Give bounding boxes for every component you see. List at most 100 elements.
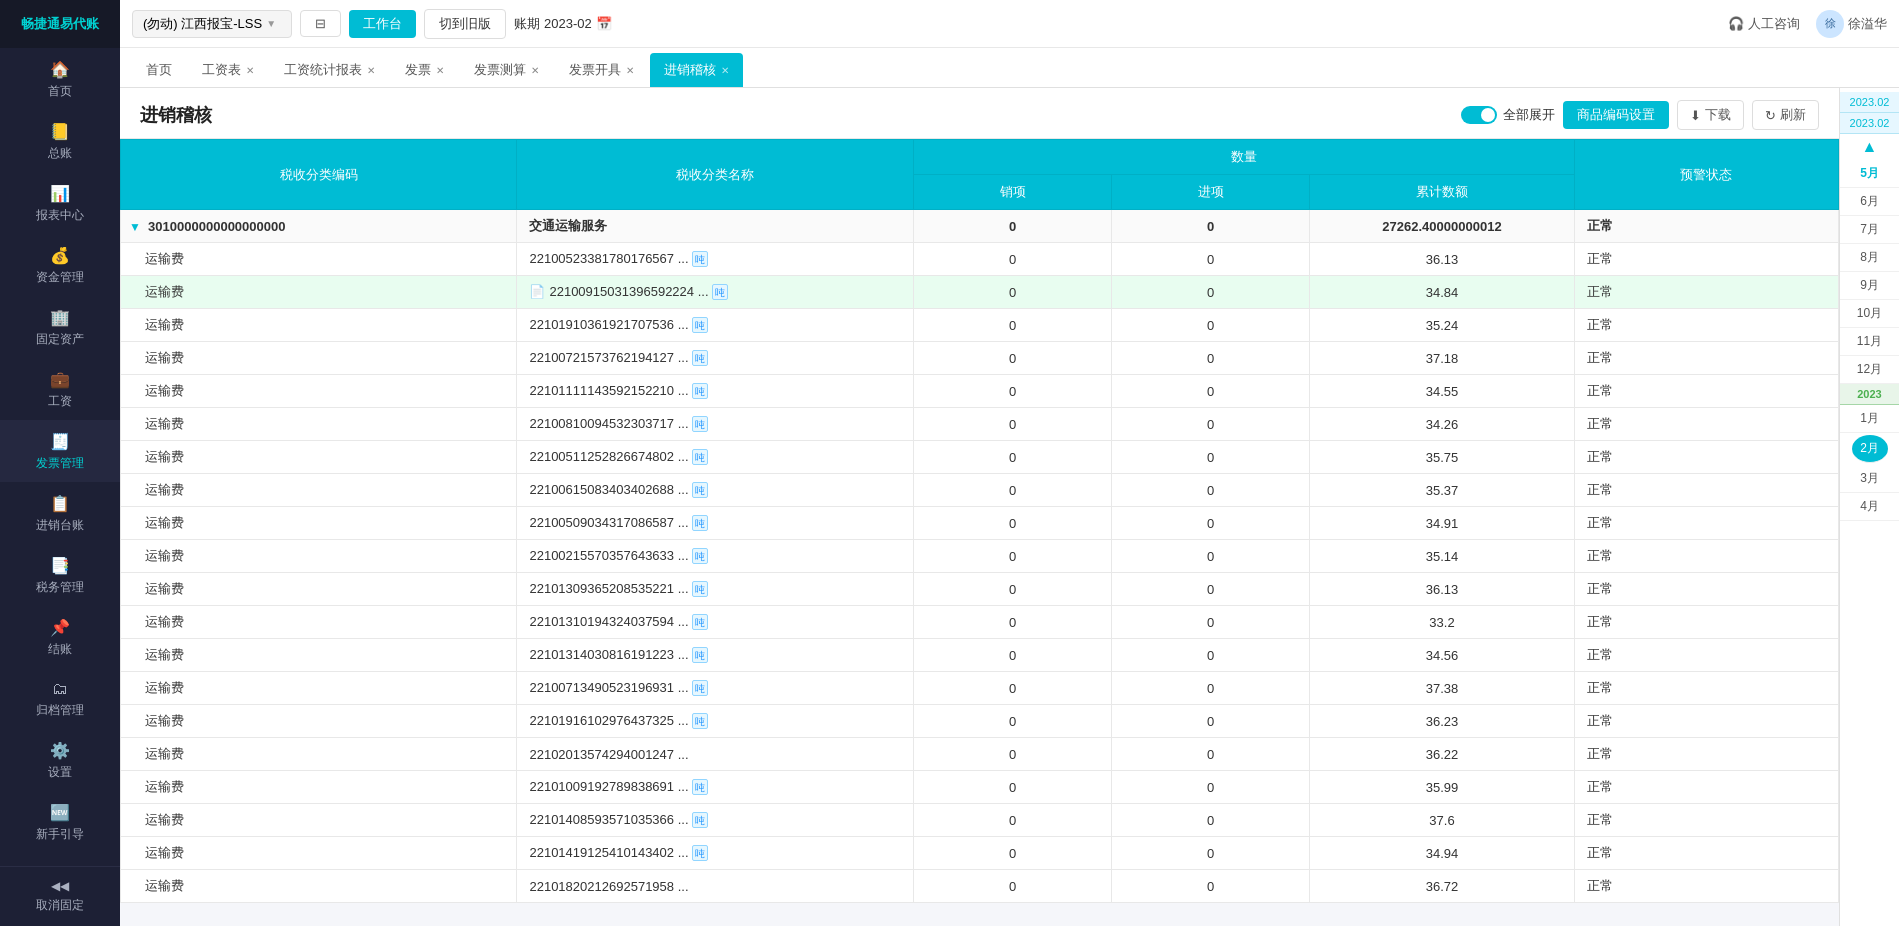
table-row[interactable]: 运输费 22101408593571035366 ... 吨 0 0 37.6 … [121,804,1839,837]
th-cumulative: 累计数额 [1310,175,1574,210]
tab-invoice-calc[interactable]: 发票测算 ✕ [460,53,553,87]
sidebar-item-guide[interactable]: 🆕 新手引导 [0,791,120,853]
table-row[interactable]: 运输费 22101419125410143402 ... 吨 0 0 34.94… [121,837,1839,870]
table-row[interactable]: 运输费 22101910361921707536 ... 吨 0 0 35.24… [121,309,1839,342]
tab-reconcile-close[interactable]: ✕ [721,65,729,76]
sidebar-item-capital[interactable]: 💰 资金管理 [0,234,120,296]
calendar-month-1[interactable]: 1月 [1840,405,1899,433]
table-row[interactable]: 运输费 22101309365208535221 ... 吨 0 0 36.13… [121,573,1839,606]
sidebar-item-tax[interactable]: 📑 税务管理 [0,544,120,606]
td-sales: 0 [913,870,1111,903]
th-purchase: 进项 [1112,175,1310,210]
period-selector[interactable]: 账期 2023-02 📅 [514,15,612,33]
sidebar-footer[interactable]: ◀◀ 取消固定 [0,866,120,926]
table-row[interactable]: 运输费 22101916102976437325 ... 吨 0 0 36.23… [121,705,1839,738]
td-purchase: 0 [1112,870,1310,903]
ledger-icon: 📒 [50,122,70,141]
table-row[interactable]: 运输费 22101009192789838691 ... 吨 0 0 35.99… [121,771,1839,804]
calendar-month-4[interactable]: 4月 [1840,493,1899,521]
calendar-month-5[interactable]: 5月 [1840,160,1899,188]
table-row[interactable]: 运输费 22101310194324037594 ... 吨 0 0 33.2 … [121,606,1839,639]
download-button[interactable]: ⬇ 下载 [1677,100,1744,130]
refresh-button[interactable]: ↻ 刷新 [1752,100,1819,130]
unit-tag: 吨 [712,284,728,300]
table-row[interactable]: 运输费 📄22100915031396592224 ... 吨 0 0 34.8… [121,276,1839,309]
tab-invoice-open-close[interactable]: ✕ [626,65,634,76]
sidebar-item-settings[interactable]: ⚙️ 设置 [0,729,120,791]
tab-invoice-open[interactable]: 发票开具 ✕ [555,53,648,87]
calendar-month-8[interactable]: 8月 [1840,244,1899,272]
calendar-month-3[interactable]: 3月 [1840,465,1899,493]
td-cumulative: 35.37 [1310,474,1574,507]
sidebar-item-invoice-mgmt[interactable]: 🧾 发票管理 [0,420,120,482]
user-info[interactable]: 徐 徐溢华 [1816,10,1887,38]
expand-toggle[interactable]: 全部展开 [1461,106,1555,124]
td-cumulative: 34.94 [1310,837,1574,870]
table-row[interactable]: 运输费 22100810094532303717 ... 吨 0 0 34.26… [121,408,1839,441]
tab-salary-close[interactable]: ✕ [246,65,254,76]
table-row[interactable]: ▼ 3010000000000000000 交通运输服务 0 0 27262.4… [121,210,1839,243]
settings-button[interactable]: 商品编码设置 [1563,101,1669,129]
username: 徐溢华 [1848,15,1887,33]
tab-home[interactable]: 首页 [132,53,186,87]
toggle-track[interactable] [1461,106,1497,124]
calendar-month-7[interactable]: 7月 [1840,216,1899,244]
table-row[interactable]: 运输费 22101820212692571958 ... 0 0 36.72 正… [121,870,1839,903]
sidebar-item-member[interactable]: ⭐ 畅会员 [0,853,120,866]
sidebar-item-home[interactable]: 🏠 首页 [0,48,120,110]
table-row[interactable]: 运输费 22100721573762194127 ... 吨 0 0 37.18… [121,342,1839,375]
unit-tag: 吨 [692,680,708,696]
sidebar-item-salary[interactable]: 💼 工资 [0,358,120,420]
calendar-month-6[interactable]: 6月 [1840,188,1899,216]
tab-salary-stat-close[interactable]: ✕ [367,65,375,76]
td-purchase: 0 [1112,639,1310,672]
sidebar-item-settle[interactable]: 📌 结账 [0,606,120,668]
td-invoice-no: 22100215570357643633 ... 吨 [517,540,913,573]
calendar-month-10[interactable]: 10月 [1840,300,1899,328]
tab-salary[interactable]: 工资表 ✕ [188,53,268,87]
td-sales: 0 [913,474,1111,507]
sidebar-item-reports[interactable]: 📊 报表中心 [0,172,120,234]
table-row[interactable]: 运输费 22100215570357643633 ... 吨 0 0 35.14… [121,540,1839,573]
calendar-month-11[interactable]: 11月 [1840,328,1899,356]
table-row[interactable]: 运输费 22100713490523196931 ... 吨 0 0 37.38… [121,672,1839,705]
table-row[interactable]: 运输费 22100615083403402688 ... 吨 0 0 35.37… [121,474,1839,507]
table-row[interactable]: 运输费 22102013574294001247 ... 0 0 36.22 正… [121,738,1839,771]
main-area: (勿动) 江西报宝-LSS ▼ ⊟ 工作台 切到旧版 账期 2023-02 📅 … [120,0,1899,926]
unit-tag: 吨 [692,449,708,465]
sidebar-item-sales-ledger[interactable]: 📋 进销台账 [0,482,120,544]
home-icon: 🏠 [50,60,70,79]
table-row[interactable]: 运输费 22101314030816191223 ... 吨 0 0 34.56… [121,639,1839,672]
expand-icon[interactable]: ▼ [129,220,141,234]
calendar-up-arrow[interactable]: ▲ [1840,134,1899,160]
sidebar-item-assets[interactable]: 🏢 固定资产 [0,296,120,358]
tab-invoice-close[interactable]: ✕ [436,65,444,76]
table-row[interactable]: 运输费 22100509034317086587 ... 吨 0 0 34.91… [121,507,1839,540]
help-btn[interactable]: 🎧 人工咨询 [1728,15,1800,33]
td-cumulative: 37.38 [1310,672,1574,705]
table-container[interactable]: 税收分类编码 税收分类名称 数量 预警状态 销项 进项 累计数额 [120,139,1839,926]
settings-icon: ⚙️ [50,741,70,760]
company-dropdown-arrow: ▼ [266,18,276,29]
sidebar-item-ledger[interactable]: 📒 总账 [0,110,120,172]
sidebar-item-archive[interactable]: 🗂 归档管理 [0,668,120,729]
td-sales: 0 [913,342,1111,375]
sidebar-item-label: 进销台账 [36,517,84,534]
td-sales: 0 [913,771,1111,804]
tab-invoice-calc-close[interactable]: ✕ [531,65,539,76]
table-row[interactable]: 运输费 22100523381780176567 ... 吨 0 0 36.13… [121,243,1839,276]
copy-button[interactable]: ⊟ [300,10,341,37]
td-cumulative: 35.75 [1310,441,1574,474]
calendar-month-9[interactable]: 9月 [1840,272,1899,300]
tab-invoice[interactable]: 发票 ✕ [391,53,458,87]
workbench-button[interactable]: 工作台 [349,10,416,38]
company-selector[interactable]: (勿动) 江西报宝-LSS ▼ [132,10,292,38]
tab-salary-stat[interactable]: 工资统计报表 ✕ [270,53,389,87]
switch-version-button[interactable]: 切到旧版 [424,9,506,39]
calendar-month-12[interactable]: 12月 [1840,356,1899,384]
table-row[interactable]: 运输费 22100511252826674802 ... 吨 0 0 35.75… [121,441,1839,474]
calendar-month-2-current[interactable]: 2月 [1852,435,1888,463]
table-row[interactable]: 运输费 22101111143592152210 ... 吨 0 0 34.55… [121,375,1839,408]
td-invoice-no: 22100511252826674802 ... 吨 [517,441,913,474]
tab-reconcile[interactable]: 进销稽核 ✕ [650,53,743,87]
